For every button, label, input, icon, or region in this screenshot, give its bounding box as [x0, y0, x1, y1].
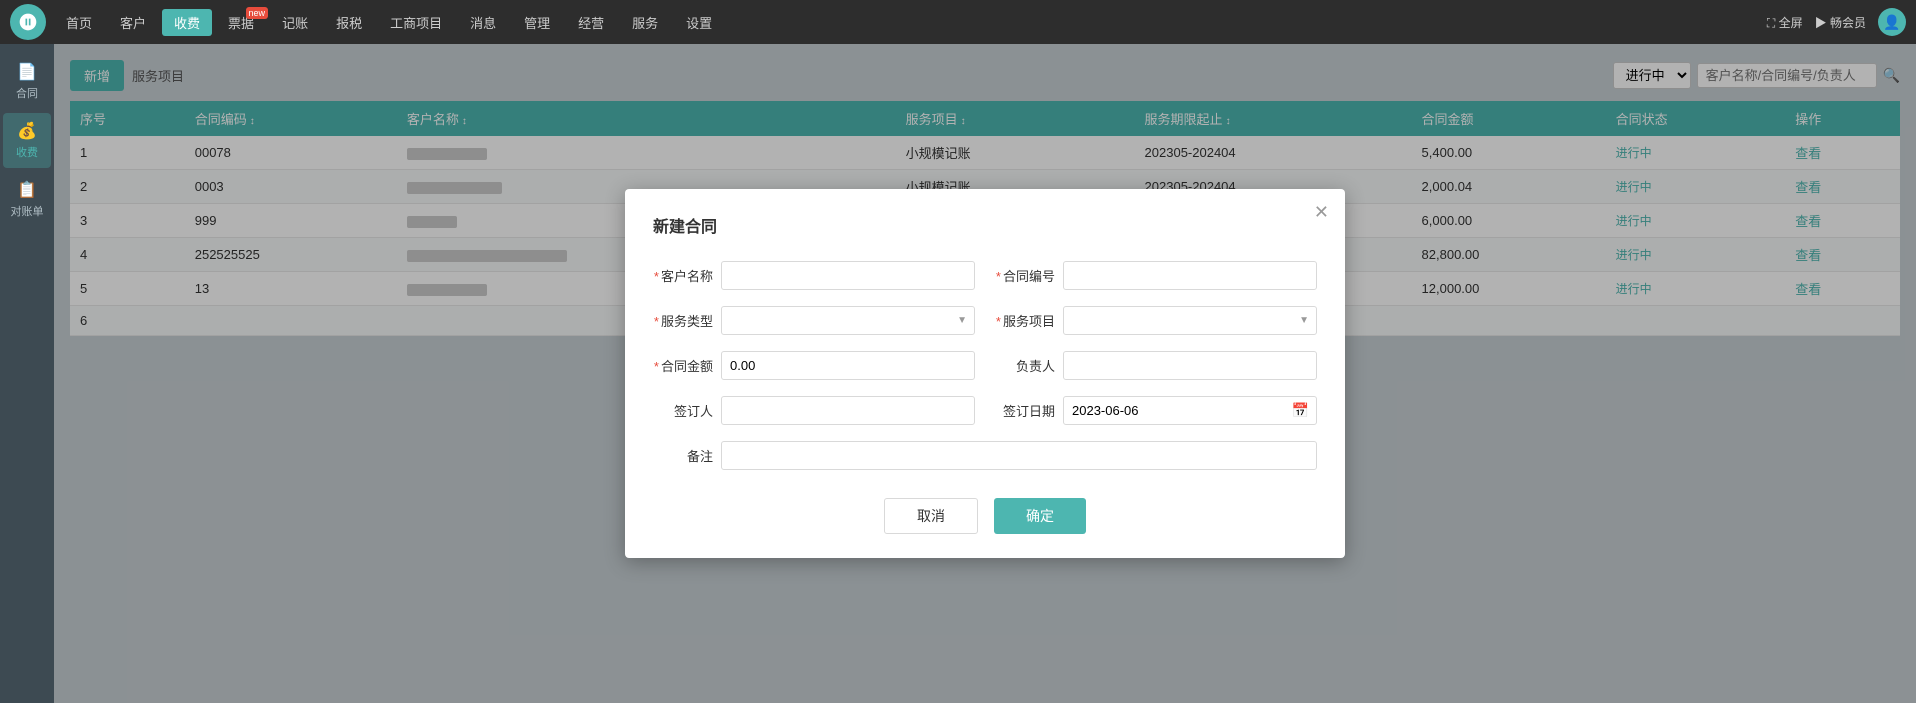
new-badge: new [246, 7, 269, 19]
sidebar-label-fee: 收费 [16, 144, 38, 160]
sidebar: 📄 合同 💰 收费 📋 对账单 [0, 44, 54, 703]
form-row-customer: *客户名称 [653, 261, 975, 290]
sign-date-input[interactable] [1063, 396, 1317, 425]
remark-input[interactable] [721, 441, 1317, 470]
signer-input[interactable] [721, 396, 975, 425]
modal-footer: 取消 确定 [653, 498, 1317, 534]
sidebar-label-reconciliation: 对账单 [11, 203, 44, 219]
form-row-remark: 备注 [653, 441, 1317, 470]
remark-label: 备注 [653, 446, 713, 465]
top-nav: 首页 客户 收费 票据 new 记账 报税 工商项目 消息 管理 经营 服务 设… [0, 0, 1916, 44]
main-layout: 📄 合同 💰 收费 📋 对账单 新增 服务项目 进行中 已完成 已终止 � [0, 44, 1916, 703]
fullscreen-btn[interactable]: ⛶ 全屏 [1767, 14, 1803, 31]
member-btn[interactable]: ▶ 畅会员 [1815, 14, 1866, 31]
nav-service[interactable]: 服务 [620, 9, 670, 36]
contract-icon: 📄 [17, 62, 37, 82]
nav-right: ⛶ 全屏 ▶ 畅会员 👤 [1767, 8, 1906, 36]
service-item-form-label: *服务项目 [995, 311, 1055, 330]
reconciliation-icon: 📋 [17, 180, 37, 200]
contract-no-label: *合同编号 [995, 266, 1055, 285]
nav-operation[interactable]: 经营 [566, 9, 616, 36]
signer-label: 签订人 [653, 401, 713, 420]
confirm-button[interactable]: 确定 [994, 498, 1086, 534]
sidebar-item-fee[interactable]: 💰 收费 [3, 113, 51, 168]
nav-tax[interactable]: 报税 [324, 9, 374, 36]
contract-no-input[interactable] [1063, 261, 1317, 290]
nav-accounting[interactable]: 记账 [270, 9, 320, 36]
responsible-label: 负责人 [995, 356, 1055, 375]
modal-overlay: ✕ 新建合同 *客户名称 *合同编号 [54, 44, 1916, 703]
responsible-input[interactable] [1063, 351, 1317, 380]
service-item-wrapper: ▼ [1063, 306, 1317, 335]
nav-business[interactable]: 工商项目 [378, 9, 454, 36]
form-row-sign-date: 签订日期 📅 [995, 396, 1317, 425]
form-row-service-type: *服务类型 ▼ [653, 306, 975, 335]
new-contract-modal: ✕ 新建合同 *客户名称 *合同编号 [625, 189, 1345, 558]
nav-manage[interactable]: 管理 [512, 9, 562, 36]
sidebar-item-reconciliation[interactable]: 📋 对账单 [3, 172, 51, 227]
avatar[interactable]: 👤 [1878, 8, 1906, 36]
form-row-service-item: *服务项目 ▼ [995, 306, 1317, 335]
nav-settings[interactable]: 设置 [674, 9, 724, 36]
nav-home[interactable]: 首页 [54, 9, 104, 36]
nav-message[interactable]: 消息 [458, 9, 508, 36]
service-type-select[interactable] [721, 306, 975, 335]
form-row-signer: 签订人 [653, 396, 975, 425]
service-item-select[interactable] [1063, 306, 1317, 335]
sign-date-wrapper: 📅 [1063, 396, 1317, 425]
content-area: 新增 服务项目 进行中 已完成 已终止 🔍 序号 合同编码↕ [54, 44, 1916, 703]
form-grid: *客户名称 *合同编号 *服务类型 [653, 261, 1317, 470]
fee-icon: 💰 [17, 121, 37, 141]
customer-name-label: *客户名称 [653, 266, 713, 285]
sidebar-label-contract: 合同 [16, 85, 38, 101]
service-type-label: *服务类型 [653, 311, 713, 330]
form-row-responsible: 负责人 [995, 351, 1317, 380]
cancel-button[interactable]: 取消 [884, 498, 978, 534]
service-type-wrapper: ▼ [721, 306, 975, 335]
modal-close-button[interactable]: ✕ [1314, 203, 1329, 221]
nav-bill[interactable]: 票据 new [216, 9, 266, 36]
form-row-amount: *合同金额 [653, 351, 975, 380]
nav-fee[interactable]: 收费 [162, 9, 212, 36]
nav-items: 首页 客户 收费 票据 new 记账 报税 工商项目 消息 管理 经营 服务 设… [54, 9, 1767, 36]
customer-name-input[interactable] [721, 261, 975, 290]
amount-label: *合同金额 [653, 356, 713, 375]
sign-date-label: 签订日期 [995, 401, 1055, 420]
form-row-contract-no: *合同编号 [995, 261, 1317, 290]
logo[interactable] [10, 4, 46, 40]
contract-amount-input[interactable] [721, 351, 975, 380]
modal-title: 新建合同 [653, 213, 1317, 237]
sidebar-item-contract[interactable]: 📄 合同 [3, 54, 51, 109]
nav-customer[interactable]: 客户 [108, 9, 158, 36]
